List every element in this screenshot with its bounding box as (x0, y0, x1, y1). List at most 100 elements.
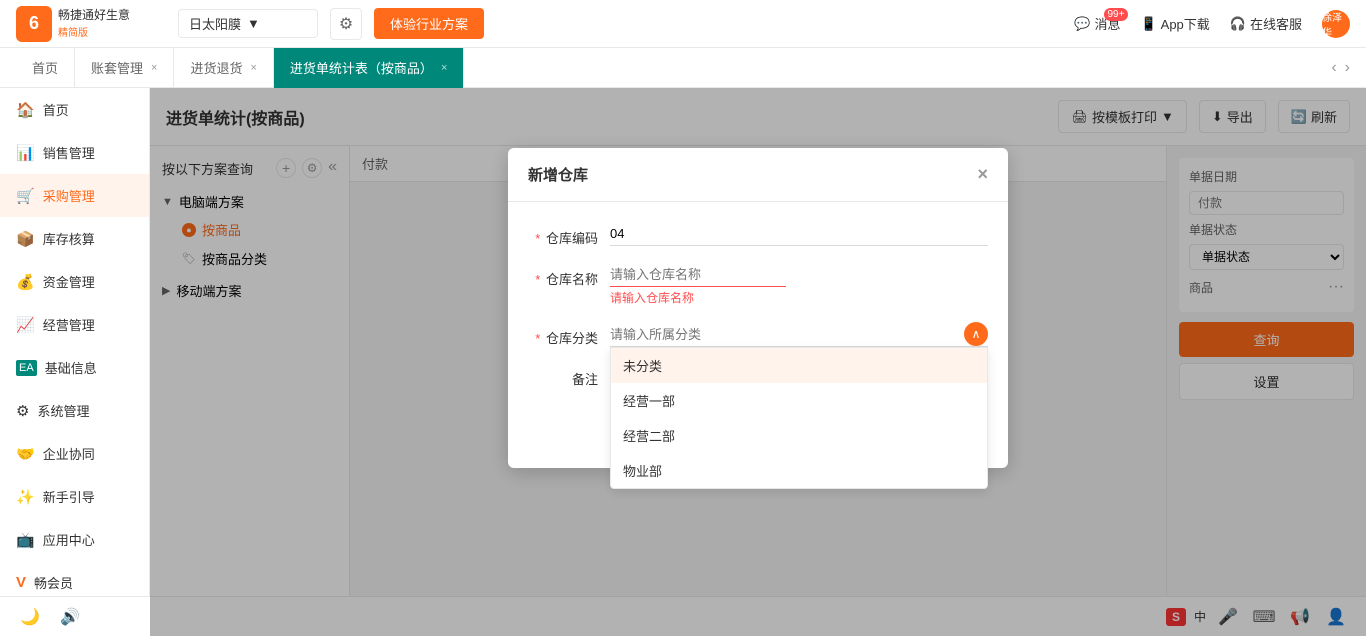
name-error-message: 请输入仓库名称 (610, 289, 988, 306)
new-warehouse-modal: 新增仓库 × * 仓库编码 * (508, 148, 1008, 468)
dropdown-item-unclassified[interactable]: 未分类 (611, 348, 987, 383)
sidebar-item-basic[interactable]: EA 基础信息 (0, 346, 149, 389)
category-label: * 仓库分类 (528, 322, 598, 347)
sidebar-label-finance: 资金管理 (43, 272, 95, 291)
tab-close-purchase-stats[interactable]: × (441, 62, 447, 74)
tab-purchase-return-label: 进货退货 (190, 58, 242, 77)
tab-close-account[interactable]: × (151, 62, 157, 74)
headset-icon: 🎧 (1230, 16, 1246, 32)
basic-icon: EA (16, 360, 37, 376)
operations-icon: 📈 (16, 316, 35, 334)
category-input[interactable] (610, 323, 964, 346)
tab-bar: 首页 账套管理 × 进货退货 × 进货单统计表（按商品） × ‹ › (0, 48, 1366, 88)
sidebar-item-app[interactable]: 📺 应用中心 (0, 518, 149, 561)
sidebar-item-inventory[interactable]: 📦 库存核算 (0, 217, 149, 260)
name-input-wrapper: 请输入仓库名称 (610, 263, 988, 306)
sidebar-item-cooperation[interactable]: 🤝 企业协同 (0, 432, 149, 475)
service-label: 在线客服 (1250, 14, 1302, 33)
sidebar-label-home: 首页 (43, 100, 69, 119)
app-icon: 📺 (16, 531, 35, 549)
sidebar-item-system[interactable]: ⚙ 系统管理 (0, 389, 149, 432)
app-label: App下载 (1161, 14, 1210, 33)
sidebar-item-operations[interactable]: 📈 经营管理 (0, 303, 149, 346)
tab-account[interactable]: 账套管理 × (75, 48, 174, 88)
tab-expand-area: ‹ › (1331, 59, 1366, 77)
guide-icon: ✨ (16, 488, 35, 506)
phone-icon: 📱 (1140, 16, 1156, 32)
modal-title: 新增仓库 (528, 164, 588, 185)
sidebar-item-home[interactable]: 🏠 首页 (0, 88, 149, 131)
sidebar-item-guide[interactable]: ✨ 新手引导 (0, 475, 149, 518)
messages-button[interactable]: 💬 消息 99+ (1074, 14, 1120, 33)
modal-header: 新增仓库 × (508, 148, 1008, 202)
name-label: * 仓库名称 (528, 263, 598, 288)
tab-purchase-return[interactable]: 进货退货 × (174, 48, 273, 88)
online-service-button[interactable]: 🎧 在线客服 (1230, 14, 1302, 33)
app-download-button[interactable]: 📱 App下载 (1140, 14, 1209, 33)
dropdown-item-dept1[interactable]: 经营一部 (611, 383, 987, 418)
modal-close-button[interactable]: × (977, 164, 988, 185)
message-badge: 99+ (1104, 8, 1129, 21)
sidebar-label-cooperation: 企业协同 (43, 444, 95, 463)
category-up-button[interactable]: ∧ (964, 322, 988, 346)
sidebar-label-basic: 基础信息 (45, 358, 97, 377)
sidebar-label-operations: 经营管理 (43, 315, 95, 334)
store-name: 日太阳膜 (189, 14, 241, 33)
sidebar-label-app: 应用中心 (43, 530, 95, 549)
moon-icon[interactable]: 🌙 (16, 603, 44, 631)
user-button[interactable]: 徐泽华 (1322, 10, 1350, 38)
logo-sub: 精简版 (58, 24, 130, 39)
category-row: * 仓库分类 ∧ 未分类 经营一部 经 (528, 322, 988, 347)
sidebar-label-sales: 销售管理 (43, 143, 95, 162)
dropdown-item-dept2[interactable]: 经营二部 (611, 418, 987, 453)
modal-overlay: 新增仓库 × * 仓库编码 * (150, 88, 1366, 636)
sidebar-label-guide: 新手引导 (43, 487, 95, 506)
required-star2: * (535, 272, 540, 287)
name-row: * 仓库名称 请输入仓库名称 (528, 263, 988, 306)
main-layout: 🏠 首页 📊 销售管理 🛒 采购管理 📦 库存核算 💰 资金管理 📈 经营管理 … (0, 88, 1366, 636)
avatar: 徐泽华 (1322, 10, 1350, 38)
tab-account-label: 账套管理 (91, 58, 143, 77)
cooperation-icon: 🤝 (16, 445, 35, 463)
tab-home-label: 首页 (32, 58, 58, 77)
tab-home[interactable]: 首页 (16, 48, 75, 88)
logo-area: 6 畅捷通好生意 精简版 (16, 6, 166, 42)
sidebar-label-system: 系统管理 (37, 401, 89, 420)
required-star: * (535, 231, 540, 246)
notes-label: 备注 (528, 363, 598, 388)
code-input[interactable] (610, 222, 988, 246)
header-right: 💬 消息 99+ 📱 App下载 🎧 在线客服 徐泽华 (1074, 10, 1350, 38)
chevron-down-icon: ▼ (247, 16, 260, 31)
tab-prev-icon[interactable]: ‹ (1331, 59, 1336, 77)
tab-next-icon[interactable]: › (1345, 59, 1350, 77)
trial-button[interactable]: 体验行业方案 (374, 8, 484, 39)
logo-icon: 6 (16, 6, 52, 42)
content-area: 进货单统计(按商品) 🖨 按模板打印 ▼ ⬇ 导出 🔄 刷新 (150, 88, 1366, 636)
vip-icon: V (16, 574, 26, 591)
category-input-wrapper: ∧ 未分类 经营一部 经营二部 物业部 (610, 322, 988, 347)
bottom-left: 🌙 🔊 (16, 603, 84, 631)
required-star3: * (535, 331, 540, 346)
home-icon: 🏠 (16, 101, 35, 119)
settings-button[interactable]: ⚙ (330, 8, 362, 40)
logo-text: 畅捷通好生意 (58, 8, 130, 24)
tab-close-purchase-return[interactable]: × (250, 62, 256, 74)
modal-body: * 仓库编码 * 仓库名称 请输入仓库名称 (508, 202, 1008, 408)
volume-icon[interactable]: 🔊 (56, 603, 84, 631)
sidebar-item-finance[interactable]: 💰 资金管理 (0, 260, 149, 303)
gear-icon: ⚙ (339, 14, 353, 34)
tab-purchase-stats-label: 进货单统计表（按商品） (290, 58, 433, 77)
dropdown-item-property[interactable]: 物业部 (611, 453, 987, 488)
store-selector[interactable]: 日太阳膜 ▼ (178, 9, 318, 38)
code-label: * 仓库编码 (528, 222, 598, 247)
name-input[interactable] (610, 263, 786, 287)
sidebar-label-inventory: 库存核算 (43, 229, 95, 248)
sidebar-item-purchase[interactable]: 🛒 采购管理 (0, 174, 149, 217)
tab-purchase-stats[interactable]: 进货单统计表（按商品） × (274, 48, 464, 88)
sidebar-item-sales[interactable]: 📊 销售管理 (0, 131, 149, 174)
top-header: 6 畅捷通好生意 精简版 日太阳膜 ▼ ⚙ 体验行业方案 💬 消息 99+ 📱 … (0, 0, 1366, 48)
category-dropdown: 未分类 经营一部 经营二部 物业部 (610, 347, 988, 489)
sidebar: 🏠 首页 📊 销售管理 🛒 采购管理 📦 库存核算 💰 资金管理 📈 经营管理 … (0, 88, 150, 636)
inventory-icon: 📦 (16, 230, 35, 248)
system-icon: ⚙ (16, 402, 29, 420)
